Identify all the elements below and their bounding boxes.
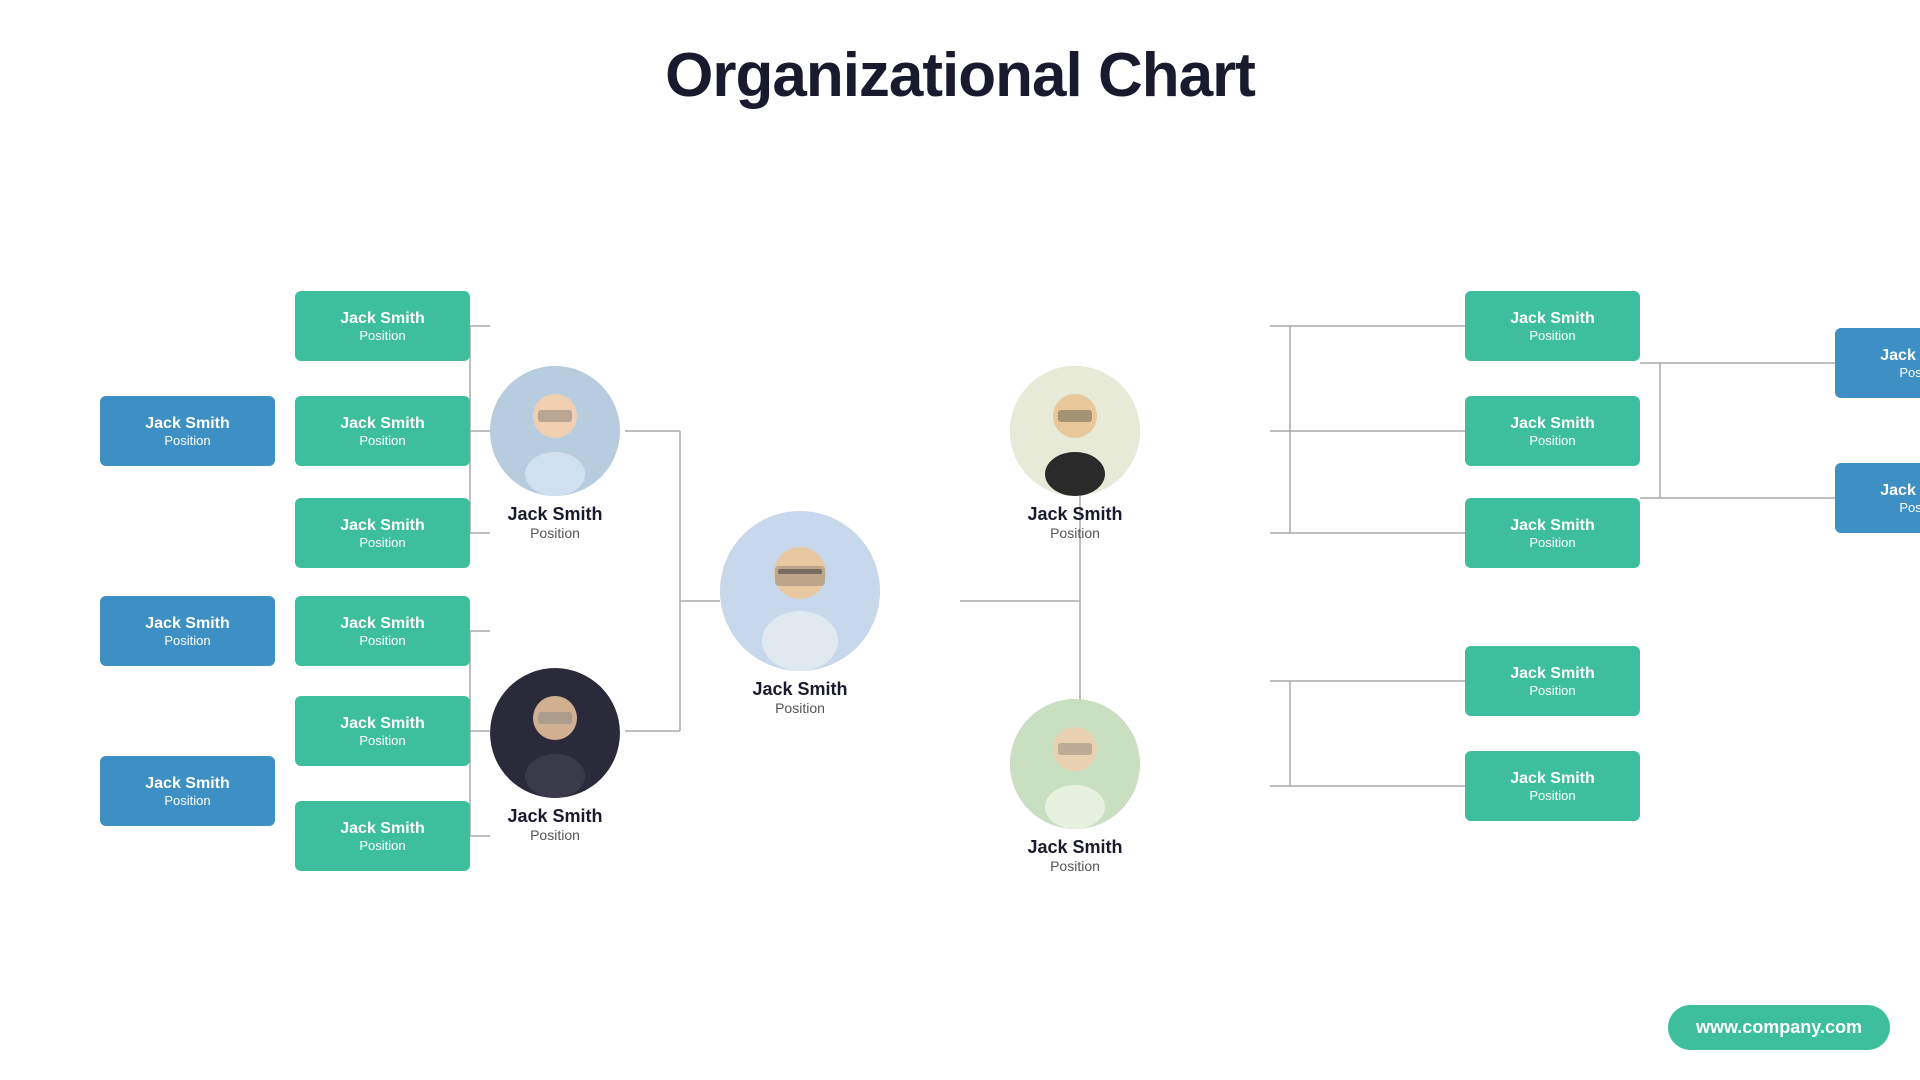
left-green-card-1[interactable]: Jack Smith Position — [295, 291, 470, 361]
left-blue-card-3[interactable]: Jack Smith Position — [100, 756, 275, 826]
left-blue-card-1[interactable]: Jack Smith Position — [100, 396, 275, 466]
right-green-card-2[interactable]: Jack Smith Position — [1465, 396, 1640, 466]
left-top-name: Jack Smith — [507, 504, 602, 525]
footer-website: www.company.com — [1668, 1005, 1890, 1050]
right-top-name: Jack Smith — [1027, 504, 1122, 525]
ceo-avatar — [720, 511, 880, 671]
right-top-person: Jack Smith Position — [1010, 366, 1140, 541]
right-blue-card-1[interactable]: Jack Smith Position — [1835, 328, 1920, 398]
right-green-card-4[interactable]: Jack Smith Position — [1465, 646, 1640, 716]
right-top-pos: Position — [1050, 525, 1100, 541]
left-green-card-5[interactable]: Jack Smith Position — [295, 696, 470, 766]
left-bottom-avatar — [490, 668, 620, 798]
org-chart: Jack Smith Position Jack Smith Position … — [0, 141, 1920, 1041]
right-top-avatar — [1010, 366, 1140, 496]
left-green-card-3[interactable]: Jack Smith Position — [295, 498, 470, 568]
right-bottom-person: Jack Smith Position — [1010, 699, 1140, 874]
left-blue-card-2[interactable]: Jack Smith Position — [100, 596, 275, 666]
right-bottom-avatar — [1010, 699, 1140, 829]
left-bottom-pos: Position — [530, 827, 580, 843]
left-top-pos: Position — [530, 525, 580, 541]
page-title: Organizational Chart — [0, 0, 1920, 141]
left-bottom-person: Jack Smith Position — [490, 668, 620, 843]
left-bottom-name: Jack Smith — [507, 806, 602, 827]
left-green-card-6[interactable]: Jack Smith Position — [295, 801, 470, 871]
right-bottom-pos: Position — [1050, 858, 1100, 874]
right-blue-card-2[interactable]: Jack Smith Position — [1835, 463, 1920, 533]
left-top-avatar — [490, 366, 620, 496]
left-green-card-2[interactable]: Jack Smith Position — [295, 396, 470, 466]
ceo-name: Jack Smith — [752, 679, 847, 700]
right-green-card-3[interactable]: Jack Smith Position — [1465, 498, 1640, 568]
ceo-person: Jack Smith Position — [720, 511, 880, 716]
right-green-card-5[interactable]: Jack Smith Position — [1465, 751, 1640, 821]
right-green-card-1[interactable]: Jack Smith Position — [1465, 291, 1640, 361]
ceo-position: Position — [775, 700, 825, 716]
left-top-person: Jack Smith Position — [490, 366, 620, 541]
left-green-card-4[interactable]: Jack Smith Position — [295, 596, 470, 666]
connector-lines — [0, 141, 1920, 1041]
right-bottom-name: Jack Smith — [1027, 837, 1122, 858]
